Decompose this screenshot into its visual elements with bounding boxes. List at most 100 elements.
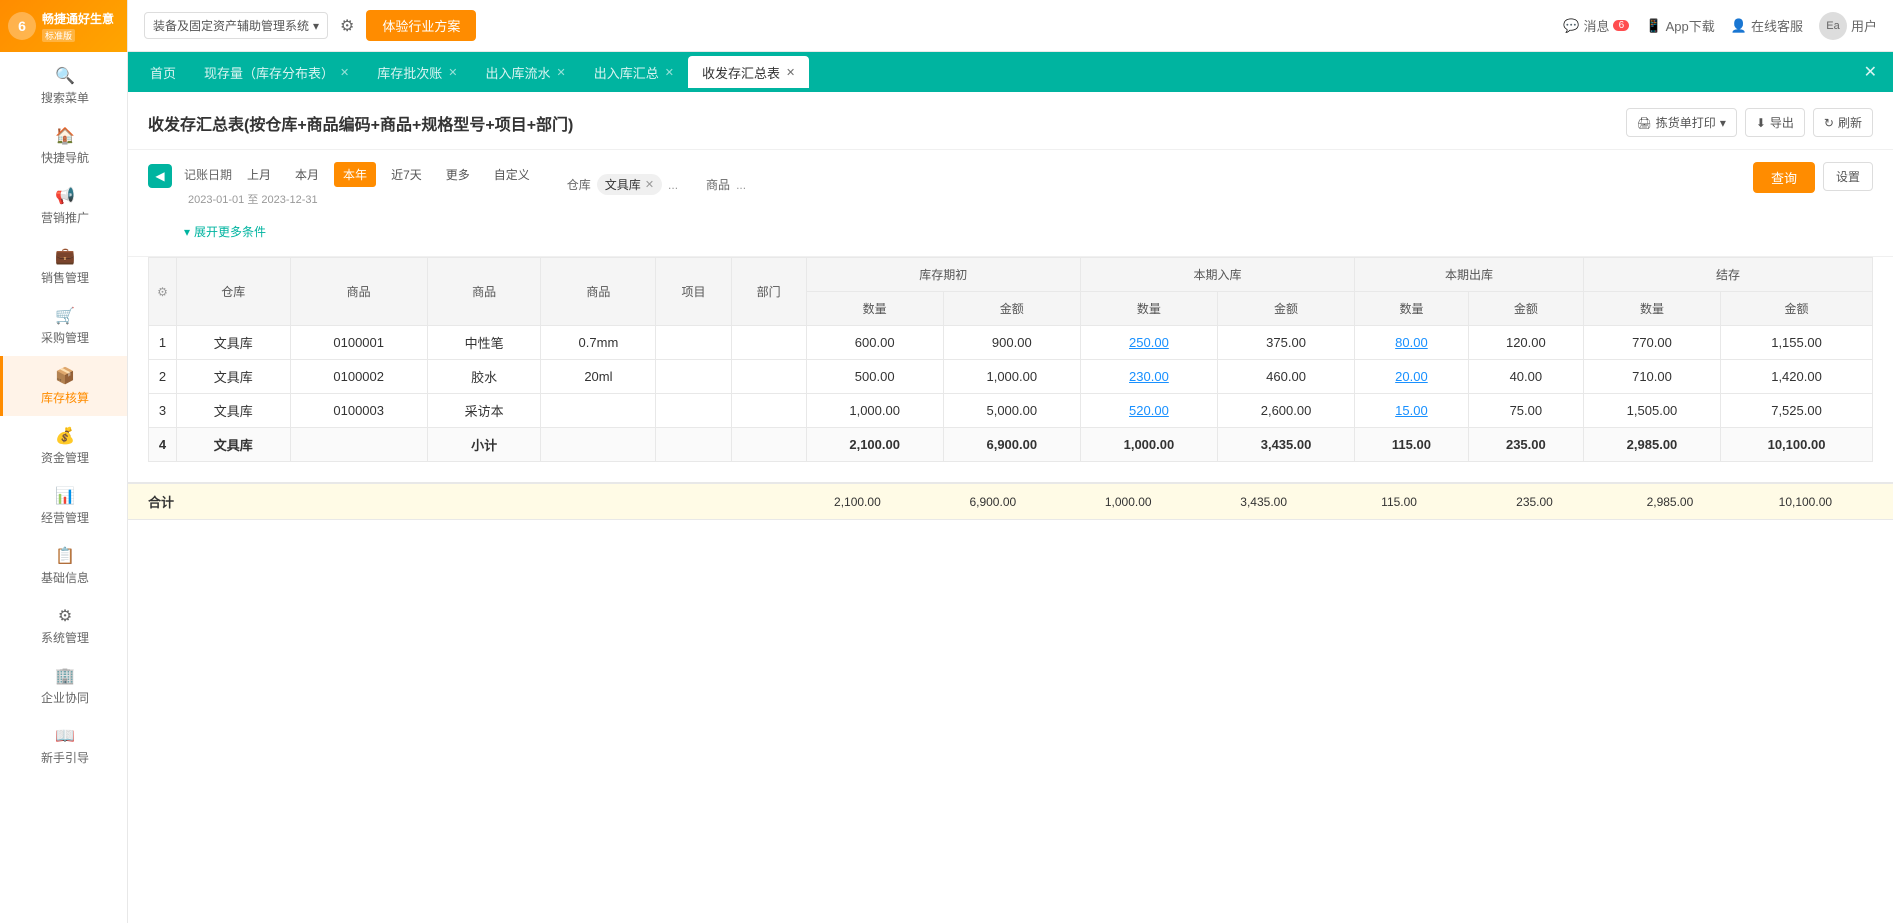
goods-more-btn[interactable]: ...	[736, 178, 746, 192]
tab-batch-close[interactable]: ✕	[448, 66, 457, 79]
print-icon: 🖨	[1637, 116, 1652, 130]
row-closing-amt: 10,100.00	[1721, 428, 1873, 462]
sidebar-item-inventory[interactable]: 📦 库存核算	[0, 356, 127, 416]
tab-home[interactable]: 首页	[136, 56, 190, 88]
sidebar: 6 畅捷通好生意 标准版 🔍 搜索菜单 🏠 快捷导航 📢 营销推广 💼 销售管理…	[0, 0, 128, 923]
sidebar-item-finance[interactable]: 💰 资金管理	[0, 416, 127, 476]
tab-collect-summary-close[interactable]: ✕	[786, 66, 795, 79]
data-table: ⚙ 仓库 商品 商品 商品 项目 部门 库存期初 本期入库 本期出库 结存	[148, 257, 1873, 462]
footer-spacer-1	[248, 495, 383, 509]
row-in-qty[interactable]: 250.00	[1080, 326, 1217, 360]
row-name: 采访本	[427, 394, 541, 428]
trial-button[interactable]: 体验行业方案	[366, 10, 476, 41]
tab-inventory-dist-close[interactable]: ✕	[340, 66, 349, 79]
basic-icon: 📋	[55, 546, 75, 566]
col-name-header: 商品	[427, 258, 541, 326]
table-row: 4文具库小计2,100.006,900.001,000.003,435.0011…	[149, 428, 1873, 462]
table-footer: 合计 2,100.00 6,900.00 1,000.00 3,435.00 1…	[128, 482, 1893, 520]
app-download-item[interactable]: 📱 App下载	[1645, 16, 1714, 35]
refresh-icon: ↻	[1824, 116, 1834, 130]
footer-in-amt: 3,435.00	[1196, 495, 1331, 509]
sidebar-item-purchase[interactable]: 🛒 采购管理	[0, 296, 127, 356]
row-closing-qty: 770.00	[1583, 326, 1720, 360]
print-button[interactable]: 🖨 拣货单打印 ▾	[1626, 108, 1737, 137]
warehouse-more-btn[interactable]: ...	[668, 178, 678, 192]
topbar-right: 💬 消息 6 📱 App下载 👤 在线客服 Ea 用户	[1563, 12, 1877, 40]
message-item[interactable]: 💬 消息 6	[1563, 16, 1629, 35]
row-in-amt: 3,435.00	[1217, 428, 1354, 462]
tab-inout-summary-close[interactable]: ✕	[665, 66, 674, 79]
footer-spacer-4	[654, 495, 789, 509]
row-out-amt: 235.00	[1468, 428, 1583, 462]
row-in-qty[interactable]: 230.00	[1080, 360, 1217, 394]
col-spec-header: 商品	[541, 258, 656, 326]
export-button[interactable]: ⬇ 导出	[1745, 108, 1805, 137]
avatar-text: Ea	[1826, 20, 1839, 32]
page-header: 收发存汇总表(按仓库+商品编码+商品+规格型号+项目+部门) 🖨 拣货单打印 ▾…	[128, 92, 1893, 150]
sidebar-item-marketing[interactable]: 📢 营销推广	[0, 176, 127, 236]
row-no: 2	[149, 360, 177, 394]
table-container: ⚙ 仓库 商品 商品 商品 项目 部门 库存期初 本期入库 本期出库 结存	[128, 257, 1893, 482]
date-btn-more[interactable]: 更多	[437, 162, 479, 187]
message-icon: 💬	[1563, 18, 1579, 34]
tabbar-close-btn[interactable]: ✕	[1856, 58, 1885, 86]
app-download-label: App下载	[1666, 16, 1715, 35]
row-opening-amt: 1,000.00	[943, 360, 1080, 394]
date-btn-this-month[interactable]: 本月	[286, 162, 328, 187]
table-settings-icon[interactable]: ⚙	[157, 285, 168, 299]
tab-inout-summary[interactable]: 出入库汇总 ✕	[580, 56, 688, 88]
row-name: 中性笔	[427, 326, 541, 360]
avatar: Ea	[1819, 12, 1847, 40]
footer-opening-amt: 6,900.00	[925, 495, 1060, 509]
tab-inout-flow-close[interactable]: ✕	[557, 66, 566, 79]
sidebar-item-search[interactable]: 🔍 搜索菜单	[0, 56, 127, 116]
service-icon: 👤	[1731, 18, 1747, 34]
refresh-button[interactable]: ↻ 刷新	[1813, 108, 1873, 137]
row-project	[656, 394, 731, 428]
user-item[interactable]: Ea 用户	[1819, 12, 1877, 40]
col-out-amt-header: 金额	[1468, 292, 1583, 326]
row-closing-amt: 7,525.00	[1721, 394, 1873, 428]
filter-bar: ◀ 记账日期 上月 本月 本年 近7天 更多 自定义 2023-01-01 至 …	[128, 150, 1893, 257]
row-project	[656, 360, 731, 394]
col-out-qty-header: 数量	[1355, 292, 1469, 326]
system-selector[interactable]: 装备及固定资产辅助管理系统 ▾	[144, 12, 328, 39]
row-out-qty[interactable]: 80.00	[1355, 326, 1469, 360]
sidebar-item-basic[interactable]: 📋 基础信息	[0, 536, 127, 596]
row-closing-amt: 1,420.00	[1721, 360, 1873, 394]
tab-batch[interactable]: 库存批次账 ✕	[363, 56, 471, 88]
sidebar-item-enterprise[interactable]: 🏢 企业协同	[0, 656, 127, 716]
filter-expand-button[interactable]: ◀	[148, 164, 172, 188]
footer-spacer-3	[519, 495, 654, 509]
date-btn-this-year[interactable]: 本年	[334, 162, 376, 187]
filter-settings-button[interactable]: 设置	[1823, 162, 1873, 191]
date-btn-7days[interactable]: 近7天	[382, 162, 431, 187]
row-out-qty[interactable]: 20.00	[1355, 360, 1469, 394]
page-title: 收发存汇总表(按仓库+商品编码+商品+规格型号+项目+部门)	[148, 111, 573, 135]
tab-inventory-dist[interactable]: 现存量（库存分布表） ✕	[190, 56, 363, 88]
date-btn-custom[interactable]: 自定义	[485, 162, 539, 187]
settings-icon[interactable]: ⚙	[336, 12, 358, 40]
logo-main-text: 畅捷通好生意	[42, 10, 114, 27]
sidebar-item-guide[interactable]: 📖 新手引导	[0, 716, 127, 776]
sidebar-item-business[interactable]: 📊 经营管理	[0, 476, 127, 536]
col-dept-header: 部门	[731, 258, 806, 326]
date-btn-last-month[interactable]: 上月	[238, 162, 280, 187]
row-in-qty[interactable]: 520.00	[1080, 394, 1217, 428]
footer-out-qty: 115.00	[1331, 495, 1466, 509]
warehouse-tag-close-icon[interactable]: ✕	[645, 178, 654, 191]
query-button[interactable]: 查询	[1753, 162, 1815, 193]
row-no: 1	[149, 326, 177, 360]
sidebar-item-sales[interactable]: 💼 销售管理	[0, 236, 127, 296]
sidebar-item-system[interactable]: ⚙ 系统管理	[0, 596, 127, 656]
sidebar-item-quicknav[interactable]: 🏠 快捷导航	[0, 116, 127, 176]
row-opening-qty: 1,000.00	[806, 394, 943, 428]
row-opening-amt: 900.00	[943, 326, 1080, 360]
row-dept	[731, 360, 806, 394]
tab-collect-summary[interactable]: 收发存汇总表 ✕	[688, 56, 809, 88]
online-service-item[interactable]: 👤 在线客服	[1731, 16, 1803, 35]
expand-more-row[interactable]: ▾ 展开更多条件	[184, 219, 1741, 244]
row-out-qty[interactable]: 15.00	[1355, 394, 1469, 428]
tab-inout-flow[interactable]: 出入库流水 ✕	[471, 56, 579, 88]
footer-values: 2,100.00 6,900.00 1,000.00 3,435.00 115.…	[248, 495, 1873, 509]
